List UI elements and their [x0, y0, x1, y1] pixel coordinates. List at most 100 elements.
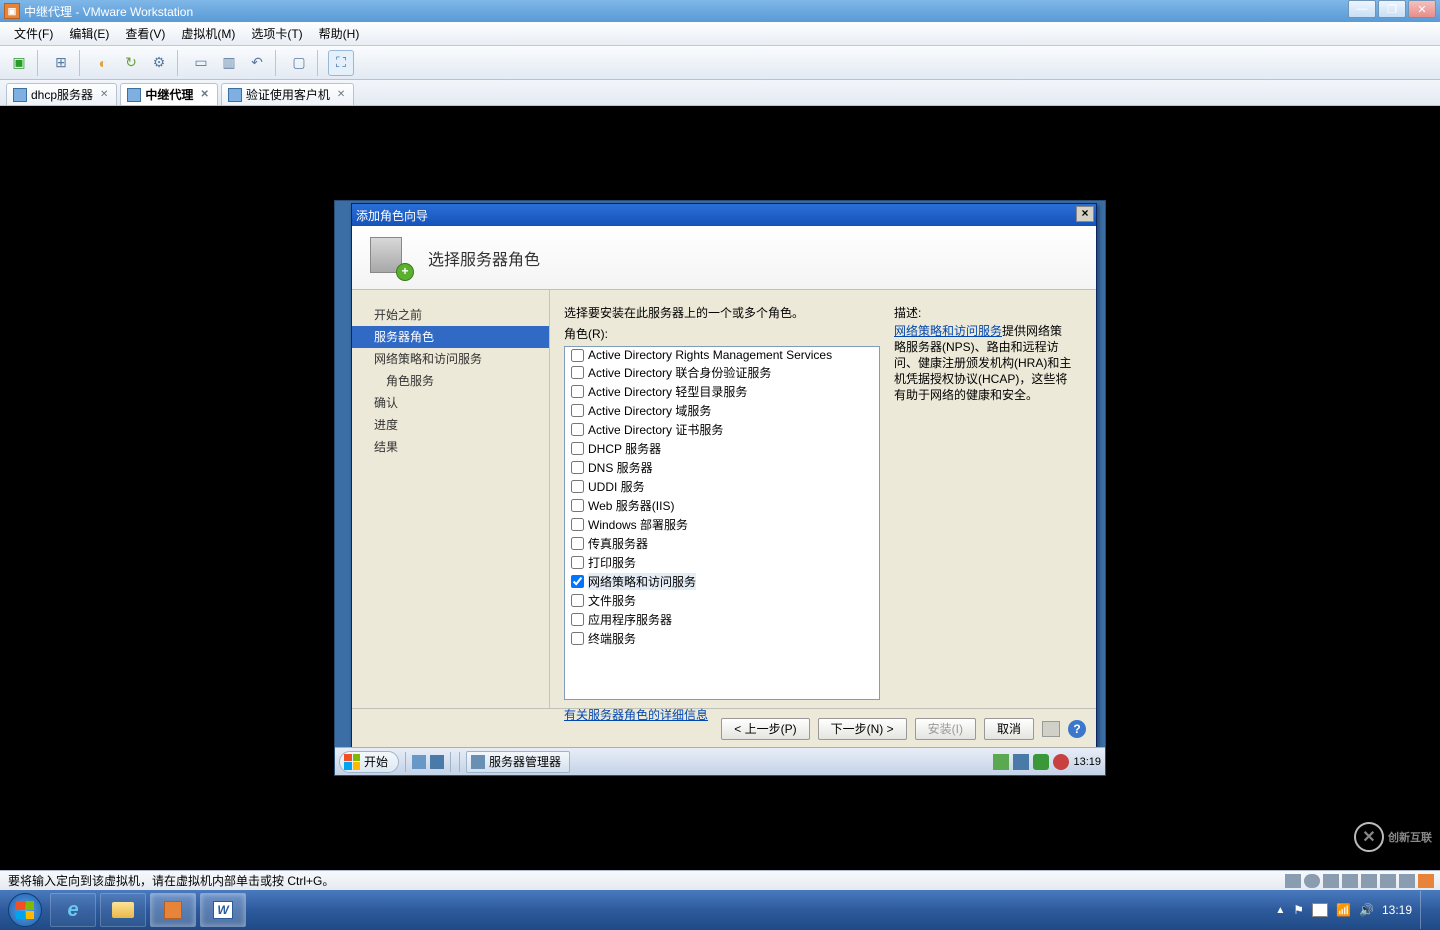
tab-client[interactable]: 验证使用客户机 ✕: [221, 83, 354, 105]
show-desktop-button[interactable]: [1420, 891, 1434, 929]
vm-desktop[interactable]: 添加角色向导 × + 选择服务器角色 开始之前 服务器角色 网络策略和访问服务 …: [335, 201, 1105, 747]
roles-list[interactable]: Active Directory Rights Management Servi…: [564, 346, 880, 700]
role-item[interactable]: DHCP 服务器: [565, 439, 879, 458]
role-checkbox[interactable]: [571, 575, 584, 588]
menu-file[interactable]: 文件(F): [6, 22, 61, 45]
role-checkbox[interactable]: [571, 385, 584, 398]
status-message-icon[interactable]: [1418, 874, 1434, 888]
flag-icon[interactable]: ⚑: [1293, 903, 1304, 917]
role-item[interactable]: Active Directory Rights Management Servi…: [565, 347, 879, 363]
role-checkbox[interactable]: [571, 632, 584, 645]
power-on-icon[interactable]: ▣: [6, 50, 32, 76]
suspend-icon[interactable]: ◐: [90, 50, 116, 76]
role-item[interactable]: Windows 部署服务: [565, 515, 879, 534]
start-button[interactable]: 开始: [339, 751, 399, 773]
menu-help[interactable]: 帮助(H): [311, 22, 368, 45]
role-item[interactable]: 终端服务: [565, 629, 879, 648]
snapshot-manager-icon[interactable]: ▥: [216, 50, 242, 76]
cancel-button[interactable]: 取消: [984, 718, 1034, 740]
role-item[interactable]: 文件服务: [565, 591, 879, 610]
snapshot-icon[interactable]: ▭: [188, 50, 214, 76]
volume-icon[interactable]: 🔊: [1359, 903, 1374, 917]
role-item[interactable]: DNS 服务器: [565, 458, 879, 477]
role-item[interactable]: Active Directory 联合身份验证服务: [565, 363, 879, 382]
wizard-close-button[interactable]: ×: [1076, 206, 1094, 222]
role-item[interactable]: 传真服务器: [565, 534, 879, 553]
next-button[interactable]: 下一步(N) >: [818, 718, 907, 740]
role-checkbox[interactable]: [571, 518, 584, 531]
role-checkbox[interactable]: [571, 442, 584, 455]
settings-icon[interactable]: ⚙: [146, 50, 172, 76]
role-item[interactable]: Active Directory 轻型目录服务: [565, 382, 879, 401]
tray-network-icon[interactable]: [1013, 754, 1029, 770]
role-checkbox[interactable]: [571, 404, 584, 417]
role-checkbox[interactable]: [571, 423, 584, 436]
role-checkbox[interactable]: [571, 537, 584, 550]
quick-launch-icon[interactable]: [430, 755, 444, 769]
role-item[interactable]: UDDI 服务: [565, 477, 879, 496]
tray-volume-icon[interactable]: [1053, 754, 1069, 770]
pinned-ie[interactable]: e: [50, 893, 96, 927]
previous-button[interactable]: < 上一步(P): [721, 718, 809, 740]
fullscreen-icon[interactable]: ⛶: [328, 50, 354, 76]
role-checkbox[interactable]: [571, 349, 584, 362]
status-floppy-icon[interactable]: [1323, 874, 1339, 888]
print-icon[interactable]: [1042, 721, 1060, 737]
status-usb-icon[interactable]: [1361, 874, 1377, 888]
tray-expand-icon[interactable]: ▲: [1275, 905, 1285, 916]
quick-launch-icon[interactable]: [412, 755, 426, 769]
pinned-word[interactable]: W: [200, 893, 246, 927]
menu-edit[interactable]: 编辑(E): [61, 22, 117, 45]
menu-vm[interactable]: 虚拟机(M): [173, 22, 243, 45]
wizard-title-bar[interactable]: 添加角色向导 ×: [352, 204, 1096, 226]
menu-tabs[interactable]: 选项卡(T): [243, 22, 310, 45]
tray-shield-icon[interactable]: [1033, 754, 1049, 770]
host-clock[interactable]: 13:19: [1382, 904, 1412, 917]
role-item[interactable]: 网络策略和访问服务: [565, 572, 879, 591]
help-icon[interactable]: ?: [1068, 720, 1086, 738]
status-network-icon[interactable]: [1342, 874, 1358, 888]
maximize-button[interactable]: ❐: [1378, 0, 1406, 18]
vmware-content[interactable]: 添加角色向导 × + 选择服务器角色 开始之前 服务器角色 网络策略和访问服务 …: [0, 106, 1440, 870]
close-icon[interactable]: ✕: [100, 89, 108, 100]
sidebar-progress[interactable]: 进度: [352, 414, 549, 436]
close-icon[interactable]: ✕: [200, 89, 208, 100]
status-printer-icon[interactable]: [1399, 874, 1415, 888]
role-checkbox[interactable]: [571, 461, 584, 474]
unity-icon[interactable]: ▢: [286, 50, 312, 76]
sidebar-role-services[interactable]: 角色服务: [352, 370, 549, 392]
role-item[interactable]: Web 服务器(IIS): [565, 496, 879, 515]
role-item[interactable]: 打印服务: [565, 553, 879, 572]
role-item[interactable]: Active Directory 域服务: [565, 401, 879, 420]
role-item[interactable]: 应用程序服务器: [565, 610, 879, 629]
library-icon[interactable]: ⊞: [48, 50, 74, 76]
restart-icon[interactable]: ↻: [118, 50, 144, 76]
role-item[interactable]: Active Directory 证书服务: [565, 420, 879, 439]
tab-dhcp-server[interactable]: dhcp服务器 ✕: [6, 83, 117, 105]
close-button[interactable]: ✕: [1408, 0, 1436, 18]
role-checkbox[interactable]: [571, 366, 584, 379]
sidebar-results[interactable]: 结果: [352, 436, 549, 458]
role-checkbox[interactable]: [571, 480, 584, 493]
taskbar-server-manager[interactable]: 服务器管理器: [466, 751, 570, 773]
pinned-explorer[interactable]: [100, 893, 146, 927]
tray-icon[interactable]: [993, 754, 1009, 770]
menu-view[interactable]: 查看(V): [117, 22, 173, 45]
role-checkbox[interactable]: [571, 556, 584, 569]
minimize-button[interactable]: —: [1348, 0, 1376, 18]
close-icon[interactable]: ✕: [337, 89, 345, 100]
status-hdd-icon[interactable]: [1285, 874, 1301, 888]
sidebar-server-roles[interactable]: 服务器角色: [352, 326, 549, 348]
vm-clock[interactable]: 13:19: [1073, 756, 1101, 768]
revert-icon[interactable]: ↶: [244, 50, 270, 76]
sidebar-npas[interactable]: 网络策略和访问服务: [352, 348, 549, 370]
role-checkbox[interactable]: [571, 499, 584, 512]
tab-relay-agent[interactable]: 中继代理 ✕: [120, 83, 217, 105]
sidebar-confirm[interactable]: 确认: [352, 392, 549, 414]
role-checkbox[interactable]: [571, 613, 584, 626]
role-checkbox[interactable]: [571, 594, 584, 607]
keyboard-icon[interactable]: [1312, 903, 1328, 917]
description-link[interactable]: 网络策略和访问服务: [894, 324, 1002, 338]
network-icon[interactable]: 📶: [1336, 903, 1351, 917]
sidebar-before-begin[interactable]: 开始之前: [352, 304, 549, 326]
